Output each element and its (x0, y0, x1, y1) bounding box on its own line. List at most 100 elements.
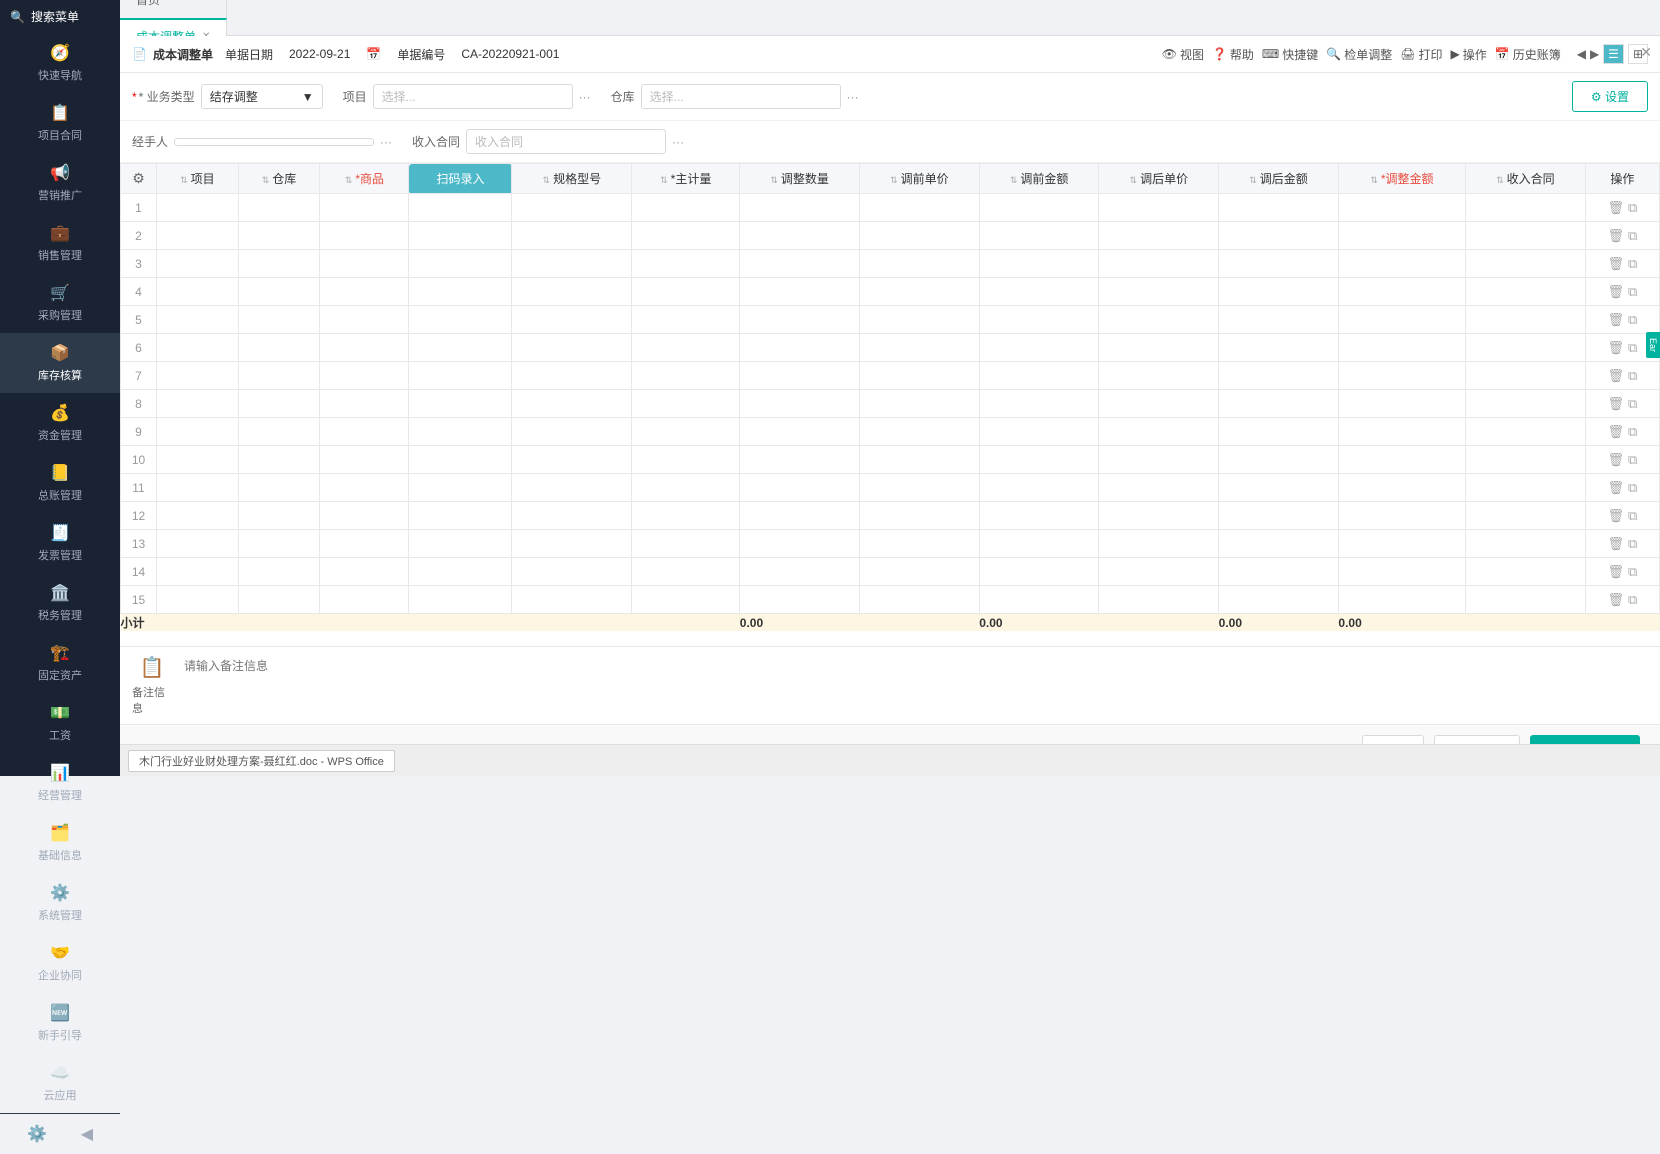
cell-after-price-1[interactable] (1099, 194, 1219, 222)
cell-project-12[interactable] (157, 502, 239, 530)
cell-warehouse-10[interactable] (238, 446, 320, 474)
cell-after-amount-13[interactable] (1219, 530, 1339, 558)
cell-adj-amount-15[interactable] (1338, 586, 1465, 614)
row-delete-5[interactable]: 🗑 (1607, 312, 1624, 328)
cell-adj-qty-12[interactable] (740, 502, 860, 530)
row-delete-8[interactable]: 🗑 (1607, 396, 1624, 412)
sidebar-item-project-contract[interactable]: 📋项目合同 (0, 93, 120, 153)
income-contract-select[interactable]: 收入合同 (466, 129, 666, 154)
cell-adj-qty-11[interactable] (740, 474, 860, 502)
cell-goods-6[interactable] (320, 334, 409, 362)
cell-goods-3[interactable] (320, 250, 409, 278)
cell-scan-4[interactable] (409, 278, 512, 306)
history-btn[interactable]: 📅 历史账簿 (1495, 46, 1561, 63)
operate-btn[interactable]: ▶ 操作 (1450, 46, 1486, 63)
row-copy-4[interactable]: ⧉ (1628, 284, 1637, 300)
cell-income-contract-4[interactable] (1466, 278, 1586, 306)
row-delete-11[interactable]: 🗑 (1607, 480, 1624, 496)
window-close-button[interactable]: ✕ (1640, 44, 1652, 61)
cell-unit-13[interactable] (632, 530, 740, 558)
cell-warehouse-6[interactable] (238, 334, 320, 362)
cell-income-contract-9[interactable] (1466, 418, 1586, 446)
cell-income-contract-10[interactable] (1466, 446, 1586, 474)
cell-before-amount-3[interactable] (979, 250, 1099, 278)
sidebar-item-ops-mgmt[interactable]: 📊经营管理 (0, 753, 120, 813)
cell-adj-qty-14[interactable] (740, 558, 860, 586)
cell-before-price-5[interactable] (860, 306, 980, 334)
cell-scan-10[interactable] (409, 446, 512, 474)
cell-before-amount-9[interactable] (979, 418, 1099, 446)
cell-scan-2[interactable] (409, 222, 512, 250)
cell-after-price-2[interactable] (1099, 222, 1219, 250)
cell-before-price-12[interactable] (860, 502, 980, 530)
cell-after-price-4[interactable] (1099, 278, 1219, 306)
cell-before-price-4[interactable] (860, 278, 980, 306)
cell-after-price-3[interactable] (1099, 250, 1219, 278)
shortcut-btn[interactable]: ⌨ 快捷键 (1262, 46, 1318, 63)
cell-before-amount-6[interactable] (979, 334, 1099, 362)
cell-spec-7[interactable] (512, 362, 632, 390)
cell-adj-qty-5[interactable] (740, 306, 860, 334)
cell-before-price-11[interactable] (860, 474, 980, 502)
row-delete-9[interactable]: 🗑 (1607, 424, 1624, 440)
cell-after-amount-8[interactable] (1219, 390, 1339, 418)
cell-before-amount-14[interactable] (979, 558, 1099, 586)
cell-before-price-14[interactable] (860, 558, 980, 586)
cell-after-price-13[interactable] (1099, 530, 1219, 558)
cell-adj-amount-10[interactable] (1338, 446, 1465, 474)
row-copy-5[interactable]: ⧉ (1628, 312, 1637, 328)
cell-after-amount-2[interactable] (1219, 222, 1339, 250)
cell-after-price-6[interactable] (1099, 334, 1219, 362)
cell-adj-amount-5[interactable] (1338, 306, 1465, 334)
tab-home[interactable]: 首页 (120, 0, 227, 18)
cell-adj-qty-2[interactable] (740, 222, 860, 250)
cell-goods-8[interactable] (320, 390, 409, 418)
cell-after-amount-12[interactable] (1219, 502, 1339, 530)
cell-adj-amount-4[interactable] (1338, 278, 1465, 306)
cell-scan-9[interactable] (409, 418, 512, 446)
row-delete-4[interactable]: 🗑 (1607, 284, 1624, 300)
cell-warehouse-2[interactable] (238, 222, 320, 250)
cell-adj-qty-7[interactable] (740, 362, 860, 390)
cell-income-contract-15[interactable] (1466, 586, 1586, 614)
cell-after-amount-1[interactable] (1219, 194, 1339, 222)
sidebar-item-fixed-assets[interactable]: 🏗️固定资产 (0, 633, 120, 693)
cell-after-price-15[interactable] (1099, 586, 1219, 614)
cell-scan-6[interactable] (409, 334, 512, 362)
cell-project-3[interactable] (157, 250, 239, 278)
cell-income-contract-12[interactable] (1466, 502, 1586, 530)
warehouse-select[interactable]: 选择... (641, 84, 841, 109)
cell-adj-qty-6[interactable] (740, 334, 860, 362)
settings-icon[interactable]: ⚙️ (27, 1124, 47, 1144)
sidebar-item-purchase-mgmt[interactable]: 🛒采购管理 (0, 273, 120, 333)
cell-scan-12[interactable] (409, 502, 512, 530)
nav-next-icon[interactable]: ▶ (1590, 47, 1599, 61)
cell-project-2[interactable] (157, 222, 239, 250)
view-btn[interactable]: 👁 视图 (1162, 46, 1204, 63)
cell-before-amount-11[interactable] (979, 474, 1099, 502)
cell-after-amount-4[interactable] (1219, 278, 1339, 306)
cell-income-contract-13[interactable] (1466, 530, 1586, 558)
row-copy-14[interactable]: ⧉ (1628, 564, 1637, 580)
cell-adj-qty-4[interactable] (740, 278, 860, 306)
cell-unit-4[interactable] (632, 278, 740, 306)
cell-income-contract-6[interactable] (1466, 334, 1586, 362)
row-delete-2[interactable]: 🗑 (1607, 228, 1624, 244)
cell-adj-qty-8[interactable] (740, 390, 860, 418)
row-copy-13[interactable]: ⧉ (1628, 536, 1637, 552)
cell-project-7[interactable] (157, 362, 239, 390)
sidebar-item-quick-nav[interactable]: 🧭快速导航 (0, 33, 120, 93)
cell-before-price-15[interactable] (860, 586, 980, 614)
cell-goods-14[interactable] (320, 558, 409, 586)
cell-unit-12[interactable] (632, 502, 740, 530)
cell-after-amount-9[interactable] (1219, 418, 1339, 446)
cell-before-price-9[interactable] (860, 418, 980, 446)
cell-spec-2[interactable] (512, 222, 632, 250)
sidebar-item-sales-promotion[interactable]: 📢营销推广 (0, 153, 120, 213)
cell-unit-7[interactable] (632, 362, 740, 390)
green-side-tab[interactable]: Ear (1646, 332, 1660, 358)
cell-goods-7[interactable] (320, 362, 409, 390)
cell-goods-10[interactable] (320, 446, 409, 474)
cell-spec-13[interactable] (512, 530, 632, 558)
print-btn[interactable]: 🖨 打印 (1400, 46, 1442, 63)
